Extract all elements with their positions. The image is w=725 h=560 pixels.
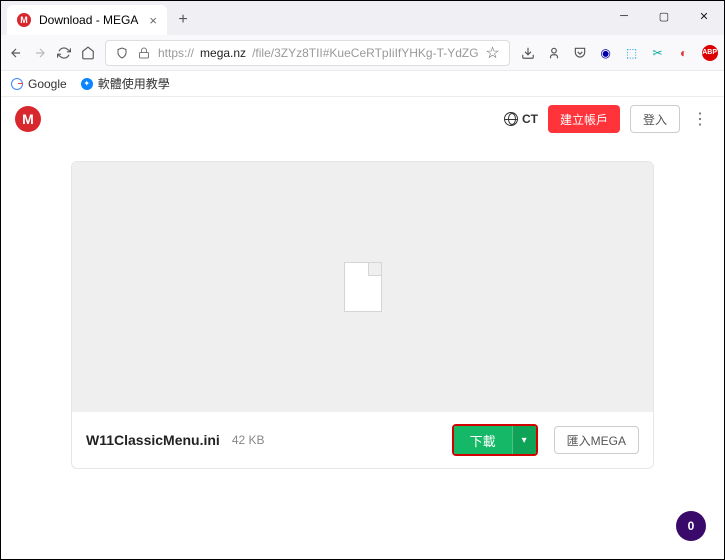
reload-button[interactable] (57, 45, 71, 61)
bookmark-google[interactable]: Google (11, 77, 67, 91)
url-host: mega.nz (200, 46, 246, 60)
chevron-down-icon: ▾ (522, 435, 527, 446)
page-content: M CT 建立帳戶 登入 ⋮ W11ClassicMenu.ini 42 KB … (1, 97, 724, 559)
lock-icon[interactable] (136, 45, 152, 61)
bookmark-icon: ✦ (81, 78, 93, 90)
forward-button[interactable] (33, 45, 47, 61)
star-icon[interactable]: ☆ (485, 45, 501, 61)
extension-icon-1[interactable]: ◉ (598, 45, 614, 61)
bookmarks-bar: Google ✦ 軟體使用教學 (1, 71, 724, 97)
download-button-group: 下載 ▾ (452, 424, 538, 456)
mega-logo[interactable]: M (15, 106, 41, 132)
extension-icon-3[interactable]: ✂ (650, 45, 666, 61)
url-scheme: https:// (158, 46, 194, 60)
extension-icon-2[interactable]: ⬚ (624, 45, 640, 61)
file-preview (72, 162, 653, 412)
download-dropdown-button[interactable]: ▾ (512, 426, 536, 454)
file-icon (344, 262, 382, 312)
close-window-button[interactable]: ✕ (684, 1, 724, 31)
extension-icon-4[interactable]: ◐ (676, 45, 692, 61)
url-path: /file/3ZYz8TII#KueCeRTpIiIfYHKg-T-YdZG (252, 46, 479, 60)
globe-icon (504, 112, 518, 126)
file-footer: W11ClassicMenu.ini 42 KB 下載 ▾ 匯入MEGA (72, 412, 653, 468)
toolbar-icons: ◉ ⬚ ✂ ◐ ABP ◆ ≋ ≡ (520, 45, 725, 61)
new-tab-button[interactable]: + (171, 8, 195, 32)
browser-tabbar: M Download - MEGA × + ─ ▢ ✕ (1, 1, 724, 35)
file-name: W11ClassicMenu.ini (86, 432, 220, 448)
pocket-icon[interactable] (572, 45, 588, 61)
mega-header: M CT 建立帳戶 登入 ⋮ (1, 97, 724, 141)
mega-favicon: M (17, 13, 31, 27)
import-mega-button[interactable]: 匯入MEGA (554, 426, 639, 454)
browser-navbar: https:// mega.nz/file/3ZYz8TII#KueCeRTpIi… (1, 35, 724, 71)
login-button[interactable]: 登入 (630, 105, 680, 133)
create-account-button[interactable]: 建立帳戶 (548, 105, 620, 133)
download-icon[interactable] (520, 45, 536, 61)
home-button[interactable] (81, 45, 95, 61)
kebab-menu-icon[interactable]: ⋮ (690, 105, 710, 133)
browser-tab[interactable]: M Download - MEGA × (7, 5, 167, 35)
back-button[interactable] (9, 45, 23, 61)
google-icon (11, 78, 23, 90)
maximize-button[interactable]: ▢ (644, 1, 684, 31)
minimize-button[interactable]: ─ (604, 1, 644, 31)
download-button[interactable]: 下載 (454, 426, 512, 454)
bookmark-tutorial[interactable]: ✦ 軟體使用教學 (81, 75, 170, 92)
close-tab-icon[interactable]: × (149, 13, 157, 28)
window-controls: ─ ▢ ✕ (604, 1, 724, 31)
shield-icon[interactable] (114, 45, 130, 61)
abp-icon[interactable]: ABP (702, 45, 718, 61)
language-label: CT (522, 112, 538, 126)
file-size: 42 KB (232, 433, 265, 447)
bookmark-label: 軟體使用教學 (98, 75, 170, 92)
notification-fab[interactable]: 0 (676, 511, 706, 541)
bookmark-label: Google (28, 77, 67, 91)
language-selector[interactable]: CT (504, 112, 538, 126)
account-icon[interactable] (546, 45, 562, 61)
file-card: W11ClassicMenu.ini 42 KB 下載 ▾ 匯入MEGA (71, 161, 654, 469)
url-bar[interactable]: https:// mega.nz/file/3ZYz8TII#KueCeRTpIi… (105, 40, 510, 66)
tab-title: Download - MEGA (39, 13, 141, 27)
